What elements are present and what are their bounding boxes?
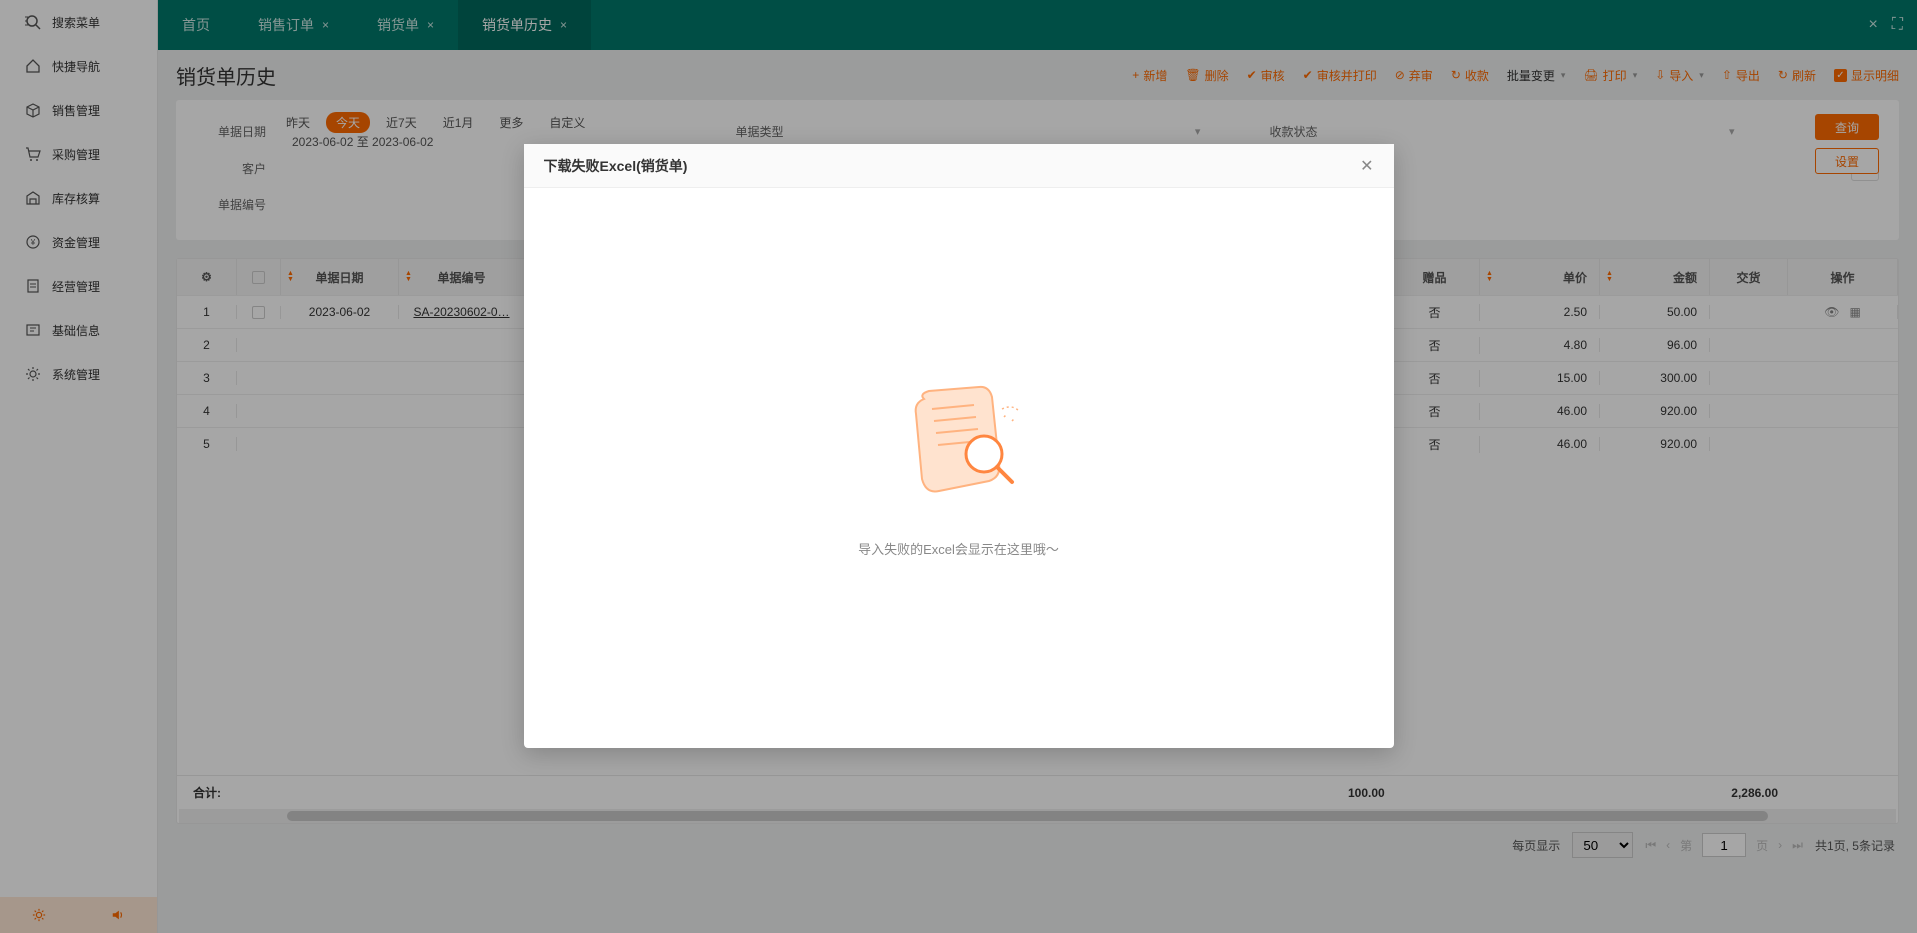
modal-title: 下载失败Excel(销货单) (544, 156, 1361, 176)
download-failed-modal: 下载失败Excel(销货单) ✕ 导入失败的Excel会显示在这里哦～ (524, 144, 1394, 748)
empty-illustration-icon (884, 379, 1034, 509)
modal-header: 下载失败Excel(销货单) ✕ (524, 144, 1394, 188)
modal-empty-text: 导入失败的Excel会显示在这里哦～ (858, 539, 1059, 558)
modal-overlay[interactable]: 下载失败Excel(销货单) ✕ 导入失败的Excel会显示在这里哦～ (0, 0, 1917, 933)
modal-close-button[interactable]: ✕ (1360, 156, 1373, 176)
modal-body: 导入失败的Excel会显示在这里哦～ (524, 188, 1394, 748)
